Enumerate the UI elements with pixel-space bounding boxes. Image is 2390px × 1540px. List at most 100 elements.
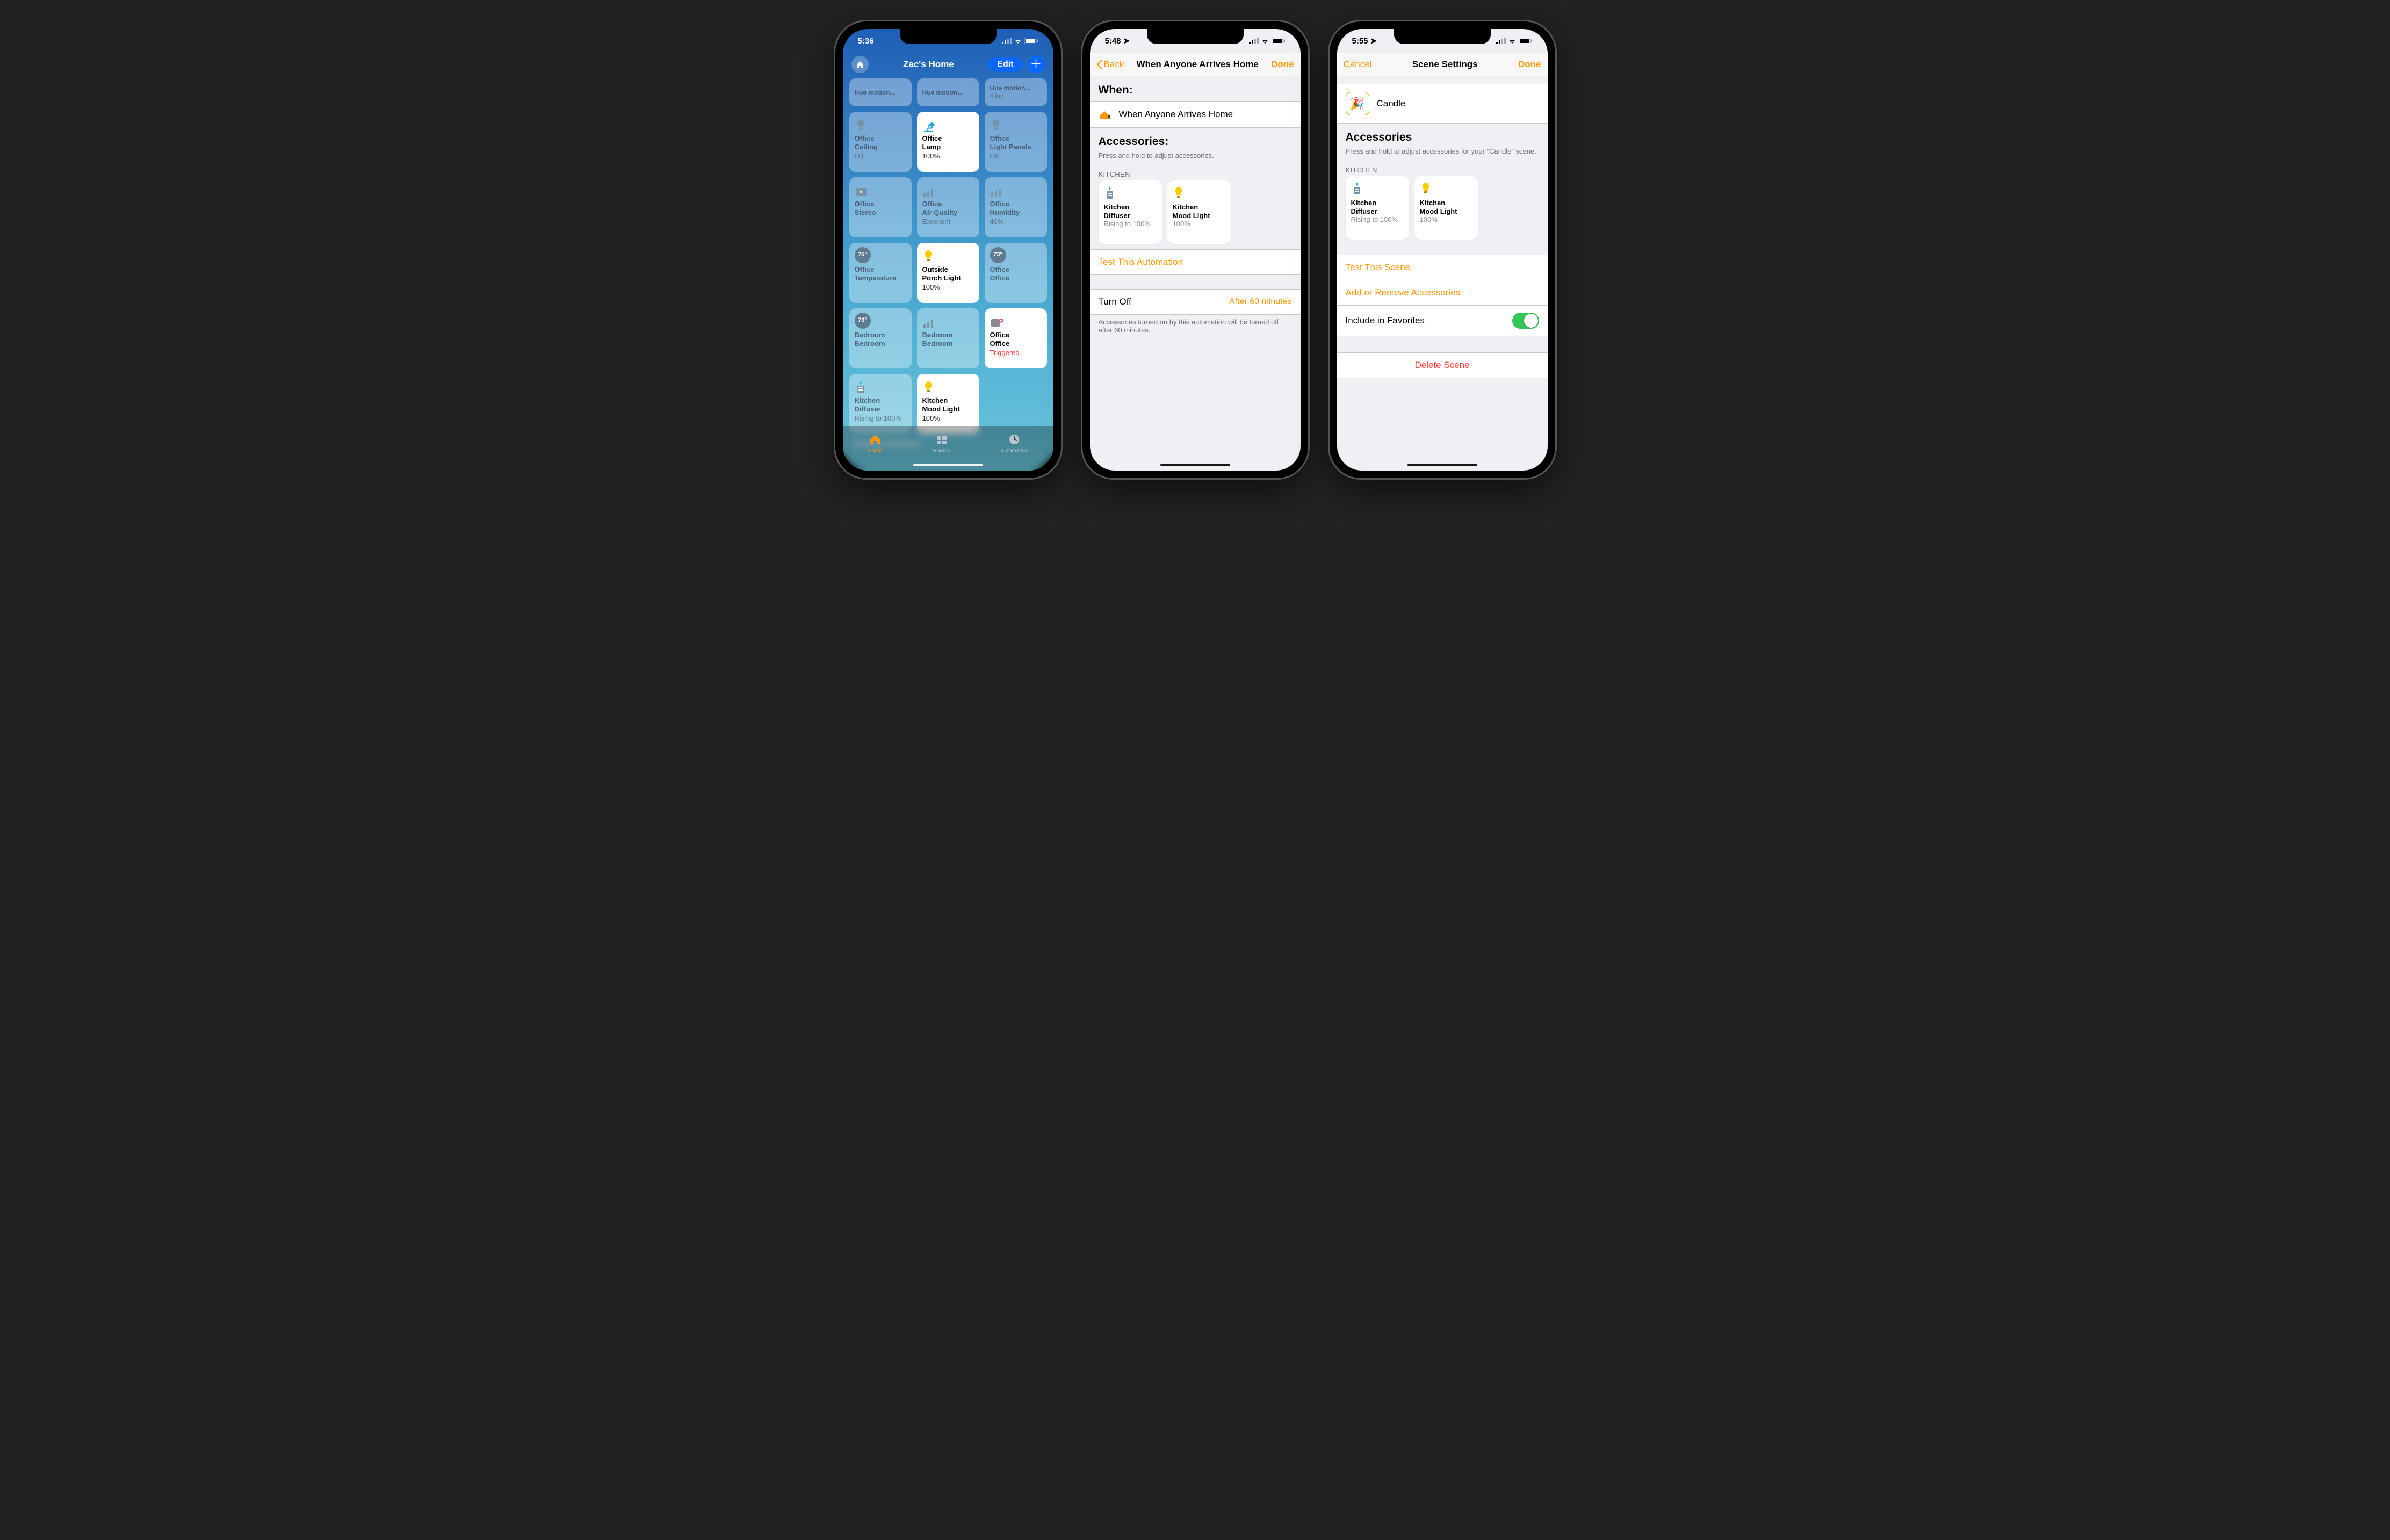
accessory-tile[interactable]: Kitchen Mood Light100% — [1167, 180, 1231, 244]
test-scene-button[interactable]: Test This Scene — [1337, 255, 1548, 280]
turn-off-row[interactable]: Turn Off After 60 minutes — [1090, 289, 1301, 315]
done-button[interactable]: Done — [1518, 59, 1541, 70]
tab-automation[interactable]: Automation — [1001, 433, 1028, 454]
include-favorites-row: Include in Favorites — [1337, 306, 1548, 336]
tile-status: 100% — [922, 152, 974, 161]
home-switch-button[interactable] — [851, 56, 869, 73]
accessory-tile[interactable]: Kitchen Mood Light100% — [1414, 176, 1478, 240]
delete-scene-button[interactable]: Delete Scene — [1337, 352, 1548, 378]
accessory-tile[interactable]: Office Air QualityExcellent — [917, 177, 979, 237]
tile-icon — [922, 183, 974, 198]
when-header: When: — [1090, 76, 1301, 101]
tile-name: Kitchen Mood Light — [1173, 203, 1225, 220]
include-favorites-toggle[interactable] — [1512, 313, 1539, 329]
test-automation-button[interactable]: Test This Automation — [1090, 249, 1301, 275]
accessory-tile[interactable]: Kitchen Mood Light100% — [917, 374, 979, 434]
house-icon — [856, 60, 864, 69]
rooms-icon — [935, 433, 948, 447]
tile-icon — [922, 248, 974, 263]
tile-icon: 73° — [990, 248, 1042, 263]
accessory-tile[interactable]: Kitchen DiffuserRising to 100% — [849, 374, 912, 434]
accessory-tiles: Kitchen DiffuserRising to 100%Kitchen Mo… — [1337, 176, 1548, 245]
status-icons — [1002, 38, 1038, 44]
back-button[interactable]: Back — [1096, 59, 1124, 70]
phone-scene-settings: 5:55 ➤ Cancel Scene Settings Done 🎉 Cand… — [1330, 21, 1555, 478]
accessory-tile[interactable]: 73°Office Office — [985, 243, 1047, 303]
plus-icon: ＋ — [1030, 59, 1042, 70]
accessories-hint: Press and hold to adjust accessories for… — [1337, 144, 1548, 164]
tile-status: Triggered — [990, 349, 1042, 357]
tab-label: Rooms — [933, 448, 950, 454]
tile-name: Hue motion... — [922, 89, 974, 97]
battery-icon — [1024, 38, 1038, 44]
include-favorites-label: Include in Favorites — [1346, 315, 1425, 326]
page-title: When Anyone Arrives Home — [1136, 59, 1258, 70]
tile-name: Kitchen Mood Light — [1420, 199, 1472, 215]
tile-icon — [1351, 182, 1404, 196]
content: When: When Anyone Arrives Home Accessori… — [1090, 76, 1301, 471]
cancel-button[interactable]: Cancel — [1344, 59, 1372, 70]
tile-icon — [990, 314, 1042, 329]
tile-name: Kitchen Mood Light — [922, 396, 974, 414]
status-icons — [1249, 38, 1286, 44]
tile-name: Hue motion... — [855, 89, 906, 97]
when-row[interactable]: When Anyone Arrives Home — [1090, 101, 1301, 128]
accessory-tile[interactable]: Hue motion... — [917, 78, 979, 106]
tile-name: Office Stereo — [855, 200, 906, 218]
wifi-icon — [1261, 38, 1269, 44]
accessory-tile[interactable]: Hue motion...4 lux — [985, 78, 1047, 106]
accessory-tile[interactable]: Office Humidity46% — [985, 177, 1047, 237]
home-indicator[interactable] — [913, 464, 983, 466]
accessory-tile[interactable]: Office Light PanelsOff — [985, 112, 1047, 172]
scene-name-row[interactable]: 🎉 Candle — [1337, 84, 1548, 124]
tile-icon: 73° — [855, 314, 906, 329]
home-indicator[interactable] — [1160, 464, 1230, 466]
add-remove-accessories-button[interactable]: Add or Remove Accessories — [1337, 280, 1548, 306]
tile-icon — [855, 183, 906, 198]
tile-grid: Hue motion...Hue motion...Hue motion...4… — [843, 76, 1053, 434]
battery-icon — [1519, 38, 1533, 44]
accessory-tile[interactable]: Kitchen DiffuserRising to 100% — [1346, 176, 1409, 240]
tile-icon — [855, 117, 906, 132]
tab-rooms[interactable]: Rooms — [933, 433, 950, 454]
done-button[interactable]: Done — [1271, 59, 1294, 70]
accessory-tile[interactable]: Hue motion... — [849, 78, 912, 106]
add-button[interactable]: ＋ — [1028, 56, 1045, 73]
accessory-tile[interactable]: Office OfficeTriggered — [985, 308, 1047, 368]
tile-name: Kitchen Diffuser — [855, 396, 906, 414]
accessory-tiles: Kitchen DiffuserRising to 100%Kitchen Mo… — [1090, 180, 1301, 249]
tile-name: Hue motion... — [990, 84, 1042, 92]
phone-home: 5:36 Zac's Home Edit ＋ Hue motion...Hue — [835, 21, 1061, 478]
navbar: Cancel Scene Settings Done — [1337, 53, 1548, 76]
tile-name: Bedroom Bedroom — [855, 331, 906, 349]
edit-button[interactable]: Edit — [988, 57, 1022, 72]
tile-icon — [1104, 186, 1157, 200]
navbar: Zac's Home Edit ＋ — [843, 53, 1053, 76]
tile-icon — [922, 314, 974, 329]
notch — [1394, 29, 1491, 44]
accessory-tile[interactable]: Bedroom Bedroom — [917, 308, 979, 368]
tile-icon — [990, 183, 1042, 198]
phone-automation: 5:48 ➤ Back When Anyone Arrives Home Don… — [1082, 21, 1308, 478]
accessory-tile[interactable]: Office Lamp100% — [917, 112, 979, 172]
tile-name: Office Light Panels — [990, 134, 1042, 152]
accessory-tile[interactable]: Kitchen DiffuserRising to 100% — [1099, 180, 1162, 244]
when-row-label: When Anyone Arrives Home — [1119, 109, 1233, 120]
home-indicator[interactable] — [1407, 464, 1477, 466]
tile-status: 100% — [1420, 215, 1472, 223]
accessory-tile[interactable]: 75°Office Temperature — [849, 243, 912, 303]
scene-name-field[interactable]: Candle — [1377, 98, 1406, 109]
accessory-tile[interactable]: Office CeilingOff — [849, 112, 912, 172]
tile-icon — [922, 117, 974, 132]
tile-status: 100% — [922, 414, 974, 423]
accessory-tile[interactable]: Office Stereo — [849, 177, 912, 237]
accessory-tile[interactable]: Outside Porch Light100% — [917, 243, 979, 303]
signal-icon — [1002, 38, 1012, 44]
tab-home[interactable]: Home — [868, 433, 883, 454]
accessory-tile[interactable]: 73° Bedroom Bedroom — [849, 308, 912, 368]
tile-status: Rising to 100% — [855, 414, 906, 423]
status-icons — [1496, 38, 1533, 44]
tile-icon — [922, 379, 974, 394]
tab-label: Home — [868, 448, 883, 454]
tile-status: Rising to 100% — [1104, 220, 1157, 228]
